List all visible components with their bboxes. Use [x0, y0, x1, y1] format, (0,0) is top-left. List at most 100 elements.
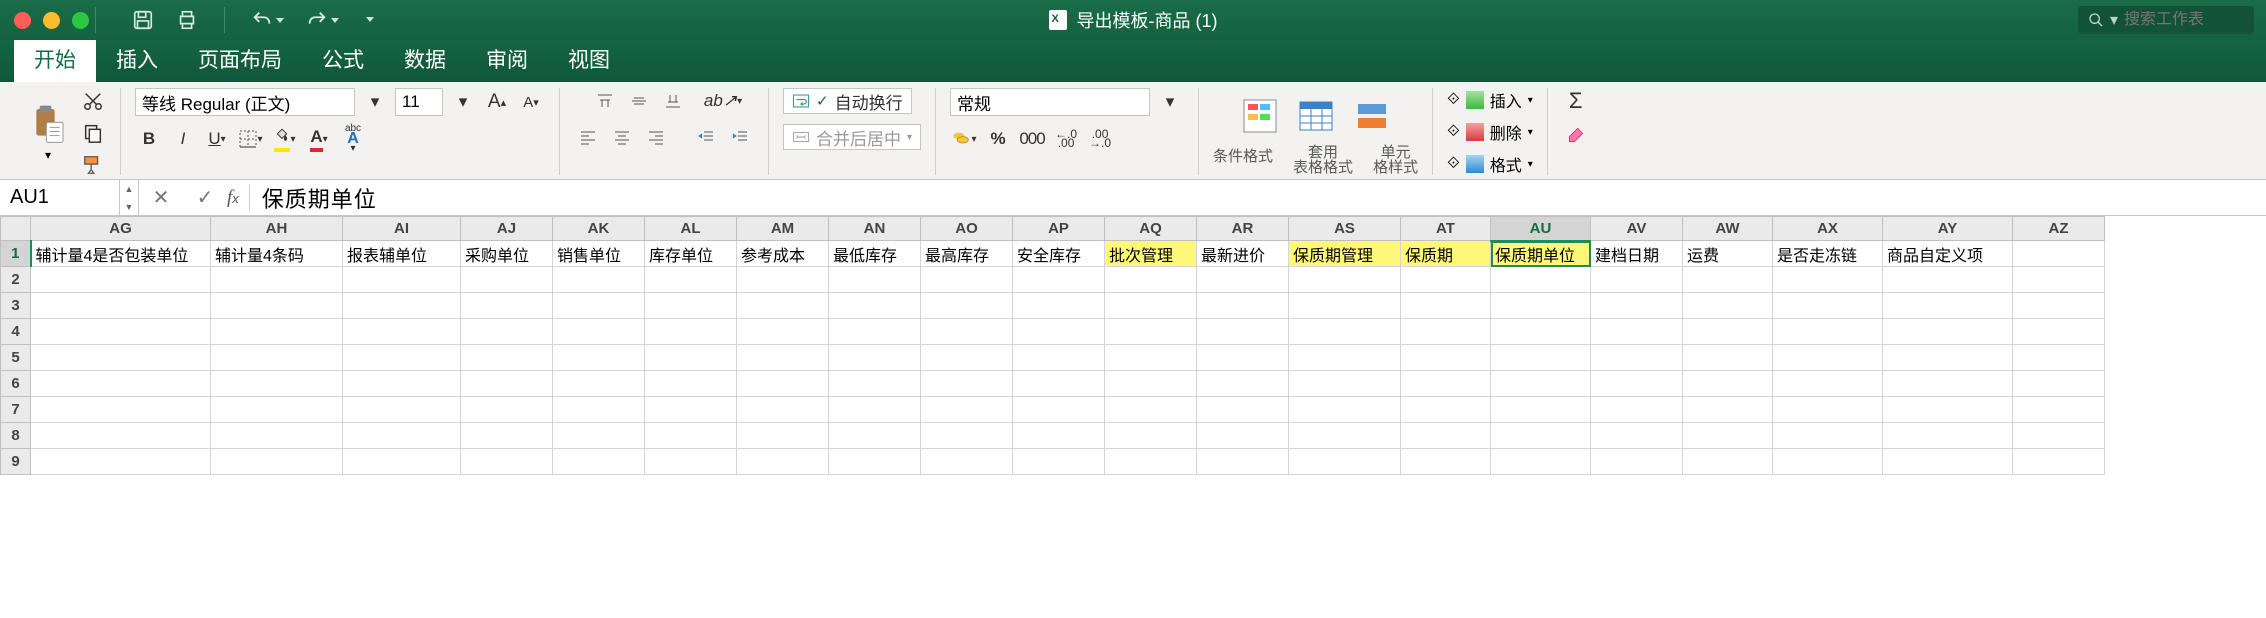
cell-AY9[interactable]	[1883, 449, 2013, 475]
col-header-AY[interactable]: AY	[1883, 217, 2013, 241]
cell-AX1[interactable]: 是否走冻链	[1773, 241, 1883, 267]
cell-AH5[interactable]	[211, 345, 343, 371]
cell-AX7[interactable]	[1773, 397, 1883, 423]
cell-AT4[interactable]	[1401, 319, 1491, 345]
enter-formula-button[interactable]: ✓	[183, 185, 227, 210]
cell-AU5[interactable]	[1491, 345, 1591, 371]
col-header-AP[interactable]: AP	[1013, 217, 1105, 241]
cell-AR8[interactable]	[1197, 423, 1289, 449]
cell-AU8[interactable]	[1491, 423, 1591, 449]
align-left-button[interactable]	[574, 124, 602, 150]
cell-AJ7[interactable]	[461, 397, 553, 423]
cell-AX2[interactable]	[1773, 267, 1883, 293]
cell-AQ5[interactable]	[1105, 345, 1197, 371]
cell-AQ1[interactable]: 批次管理	[1105, 241, 1197, 267]
row-header-6[interactable]: 6	[1, 371, 31, 397]
cell-AH1[interactable]: 辅计量4条码	[211, 241, 343, 267]
col-header-AK[interactable]: AK	[553, 217, 645, 241]
cut-button[interactable]	[80, 88, 106, 114]
cell-AV1[interactable]: 建档日期	[1591, 241, 1683, 267]
row-header-4[interactable]: 4	[1, 319, 31, 345]
cell-AO6[interactable]	[921, 371, 1013, 397]
cell-AO4[interactable]	[921, 319, 1013, 345]
cell-AU1[interactable]: 保质期单位	[1491, 241, 1591, 267]
tab-视图[interactable]: 视图	[548, 36, 630, 82]
cell-AY1[interactable]: 商品自定义项	[1883, 241, 2013, 267]
cell-AV3[interactable]	[1591, 293, 1683, 319]
merge-center-button[interactable]: 合并后居中 ▾	[783, 124, 921, 150]
save-icon[interactable]	[130, 7, 156, 33]
cell-AI6[interactable]	[343, 371, 461, 397]
col-header-AX[interactable]: AX	[1773, 217, 1883, 241]
col-header-AH[interactable]: AH	[211, 217, 343, 241]
cell-AV7[interactable]	[1591, 397, 1683, 423]
cell-AG5[interactable]	[31, 345, 211, 371]
cell-AS4[interactable]	[1289, 319, 1401, 345]
cell-AM4[interactable]	[737, 319, 829, 345]
cell-AR5[interactable]	[1197, 345, 1289, 371]
col-header-AR[interactable]: AR	[1197, 217, 1289, 241]
font-color-button[interactable]: A▾	[305, 126, 333, 152]
tab-插入[interactable]: 插入	[96, 36, 178, 82]
border-button[interactable]: ▾	[237, 126, 265, 152]
align-center-button[interactable]	[608, 124, 636, 150]
percent-format-button[interactable]: %	[984, 126, 1012, 152]
cell-AV5[interactable]	[1591, 345, 1683, 371]
cell-AL9[interactable]	[645, 449, 737, 475]
cell-AW5[interactable]	[1683, 345, 1773, 371]
cell-AJ1[interactable]: 采购单位	[461, 241, 553, 267]
cell-AW3[interactable]	[1683, 293, 1773, 319]
cell-AN5[interactable]	[829, 345, 921, 371]
row-header-3[interactable]: 3	[1, 293, 31, 319]
cell-AN3[interactable]	[829, 293, 921, 319]
cell-AY8[interactable]	[1883, 423, 2013, 449]
minimize-window-button[interactable]	[43, 12, 60, 29]
increase-decimal-button[interactable]: ←.0.00	[1052, 126, 1080, 152]
cell-AR4[interactable]	[1197, 319, 1289, 345]
cell-AP8[interactable]	[1013, 423, 1105, 449]
cell-AS8[interactable]	[1289, 423, 1401, 449]
cell-AS9[interactable]	[1289, 449, 1401, 475]
col-header-AQ[interactable]: AQ	[1105, 217, 1197, 241]
clear-button[interactable]	[1562, 122, 1590, 148]
cell-AW6[interactable]	[1683, 371, 1773, 397]
cell-AO5[interactable]	[921, 345, 1013, 371]
cell-AG9[interactable]	[31, 449, 211, 475]
align-right-button[interactable]	[642, 124, 670, 150]
cell-AV4[interactable]	[1591, 319, 1683, 345]
autosum-button[interactable]: Σ	[1562, 88, 1590, 114]
cell-AP4[interactable]	[1013, 319, 1105, 345]
cell-AR3[interactable]	[1197, 293, 1289, 319]
cell-AZ2[interactable]	[2013, 267, 2105, 293]
search-box[interactable]: ▾	[2078, 6, 2254, 34]
cell-AS7[interactable]	[1289, 397, 1401, 423]
format-painter-button[interactable]	[80, 152, 106, 178]
cell-AP7[interactable]	[1013, 397, 1105, 423]
cell-AX8[interactable]	[1773, 423, 1883, 449]
cell-AW1[interactable]: 运费	[1683, 241, 1773, 267]
undo-button[interactable]	[249, 7, 286, 33]
cell-AL2[interactable]	[645, 267, 737, 293]
cell-AJ6[interactable]	[461, 371, 553, 397]
cell-AT3[interactable]	[1401, 293, 1491, 319]
cell-AI1[interactable]: 报表辅单位	[343, 241, 461, 267]
cell-AG4[interactable]	[31, 319, 211, 345]
cell-AV2[interactable]	[1591, 267, 1683, 293]
cell-AK6[interactable]	[553, 371, 645, 397]
cell-AY6[interactable]	[1883, 371, 2013, 397]
cell-AS5[interactable]	[1289, 345, 1401, 371]
cell-AH4[interactable]	[211, 319, 343, 345]
cell-AP6[interactable]	[1013, 371, 1105, 397]
col-header-AO[interactable]: AO	[921, 217, 1013, 241]
font-size-dropdown-icon[interactable]: ▾	[449, 89, 477, 115]
tab-开始[interactable]: 开始	[14, 36, 96, 82]
font-size-select[interactable]	[395, 88, 443, 116]
cell-AQ8[interactable]	[1105, 423, 1197, 449]
col-header-AJ[interactable]: AJ	[461, 217, 553, 241]
align-bottom-button[interactable]	[659, 88, 687, 114]
spreadsheet-grid[interactable]: AGAHAIAJAKALAMANAOAPAQARASATAUAVAWAXAYAZ…	[0, 216, 2266, 475]
cell-AX6[interactable]	[1773, 371, 1883, 397]
cell-AU7[interactable]	[1491, 397, 1591, 423]
col-header-AG[interactable]: AG	[31, 217, 211, 241]
decrease-font-button[interactable]: A▾	[517, 89, 545, 115]
